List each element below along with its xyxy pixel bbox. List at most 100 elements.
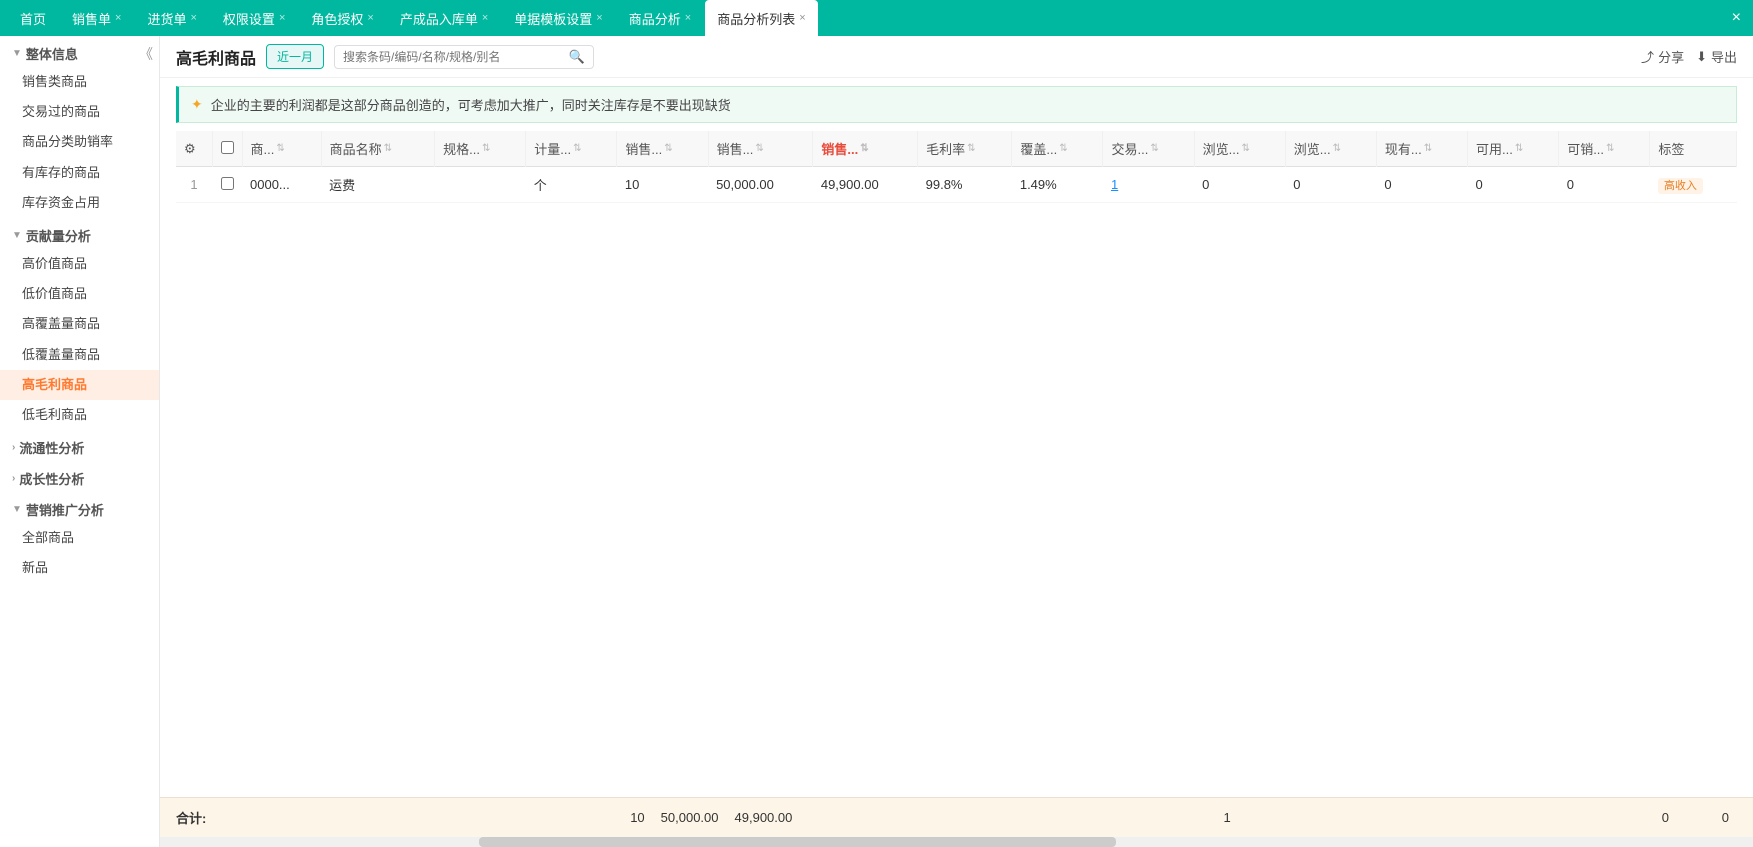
col-code[interactable]: 商... ⇅: [242, 131, 321, 167]
footer-summary: 合计: 10 50,000.00 49,900.00 1 0 0: [160, 797, 1753, 837]
sort-icon-sales-amount: ⇅: [755, 143, 763, 154]
nav-tab-product-stock[interactable]: 产成品入库单 ×: [388, 0, 500, 36]
row-checkbox-cell: [212, 167, 242, 203]
table-row: 1 0000... 运费 个 10 50,000.00 49,900.00 99…: [176, 167, 1737, 203]
search-icon[interactable]: 🔍: [569, 49, 585, 65]
nav-tab-home[interactable]: 首页: [8, 0, 58, 36]
sidebar-item-new-goods[interactable]: 新品: [0, 553, 159, 583]
close-tab-analysis-list[interactable]: ×: [799, 12, 805, 24]
sidebar-group-contribution[interactable]: ▼ 贡献量分析: [0, 218, 159, 249]
group-arrow-overall: ▼: [12, 48, 22, 59]
sidebar-item-stocked-goods[interactable]: 有库存的商品: [0, 158, 159, 188]
sidebar-group-marketing[interactable]: ▼ 营销推广分析: [0, 492, 159, 523]
sort-icon-sales-profit: ⇅: [860, 143, 868, 154]
sidebar-group-growth[interactable]: › 成长性分析: [0, 461, 159, 492]
row-unit: 个: [526, 167, 617, 203]
close-tab-role[interactable]: ×: [367, 12, 373, 24]
col-unit[interactable]: 计量... ⇅: [526, 131, 617, 167]
content-area: 高毛利商品 近一月 🔍 ⤴ 分享 ⬇ 导出 ✦ 企业的主要的利润都是这部分商品创…: [160, 36, 1753, 847]
sidebar-group-circulation[interactable]: › 流通性分析: [0, 430, 159, 461]
row-tag: 高收入: [1650, 167, 1737, 203]
sidebar-collapse-button[interactable]: 《: [139, 44, 153, 64]
col-sales-amount[interactable]: 销售... ⇅: [708, 131, 813, 167]
close-tab-analysis[interactable]: ×: [685, 12, 691, 24]
close-tab-template[interactable]: ×: [596, 12, 602, 24]
row-code: 0000...: [242, 167, 321, 203]
select-all-checkbox[interactable]: [221, 141, 234, 154]
header-actions: ⤴ 分享 ⬇ 导出: [1641, 47, 1737, 66]
sidebar-item-low-value[interactable]: 低价值商品: [0, 279, 159, 309]
search-input[interactable]: [343, 50, 563, 64]
sidebar-item-sales-goods[interactable]: 销售类商品: [0, 67, 159, 97]
footer-available: 0: [1677, 810, 1737, 825]
col-browse1[interactable]: 浏览... ⇅: [1194, 131, 1285, 167]
sort-icon-name: ⇅: [384, 143, 392, 154]
close-tab-purchase[interactable]: ×: [190, 12, 196, 24]
window-close-icon[interactable]: ×: [1732, 9, 1741, 27]
sidebar-item-all-goods[interactable]: 全部商品: [0, 523, 159, 553]
row-saleable: 0: [1559, 167, 1650, 203]
info-icon: ✦: [191, 96, 203, 113]
sidebar-item-category-rate[interactable]: 商品分类助销率: [0, 127, 159, 157]
info-text: 企业的主要的利润都是这部分商品创造的，可考虑加大推广，同时关注库存是不要出现缺货: [211, 95, 731, 114]
sidebar-item-high-margin[interactable]: 高毛利商品: [0, 370, 159, 400]
nav-tab-template[interactable]: 单据模板设置 ×: [502, 0, 614, 36]
row-checkbox[interactable]: [221, 177, 234, 190]
col-saleable[interactable]: 可销... ⇅: [1559, 131, 1650, 167]
sidebar-item-traded-goods[interactable]: 交易过的商品: [0, 97, 159, 127]
sidebar-item-high-value[interactable]: 高价值商品: [0, 249, 159, 279]
row-browse1: 0: [1194, 167, 1285, 203]
sort-icon-saleable: ⇅: [1606, 143, 1614, 154]
row-sales-amount: 50,000.00: [708, 167, 813, 203]
col-current-stock[interactable]: 现有... ⇅: [1376, 131, 1467, 167]
group-arrow-contribution: ▼: [12, 230, 22, 241]
row-trade-link[interactable]: 1: [1111, 177, 1118, 192]
col-sales-profit[interactable]: 销售... ⇅: [813, 131, 918, 167]
nav-tab-role[interactable]: 角色授权 ×: [299, 0, 385, 36]
footer-label: 合计:: [176, 808, 206, 827]
col-name[interactable]: 商品名称 ⇅: [321, 131, 435, 167]
sidebar-item-stock-capital[interactable]: 库存资金占用: [0, 188, 159, 218]
nav-tab-analysis[interactable]: 商品分析 ×: [617, 0, 703, 36]
main-layout: 《 ▼ 整体信息 销售类商品 交易过的商品 商品分类助销率 有库存的商品 库存资…: [0, 36, 1753, 847]
share-button[interactable]: ⤴ 分享: [1641, 47, 1684, 66]
col-margin-rate[interactable]: 毛利率 ⇅: [918, 131, 1012, 167]
sort-icon-coverage: ⇅: [1059, 143, 1067, 154]
footer-trade: 1: [1179, 810, 1239, 825]
row-current-stock: 0: [1376, 167, 1467, 203]
nav-tab-purchase[interactable]: 进货单 ×: [135, 0, 208, 36]
footer-current-stock: 0: [1617, 810, 1677, 825]
col-trade[interactable]: 交易... ⇅: [1103, 131, 1194, 167]
col-sales-count[interactable]: 销售... ⇅: [617, 131, 708, 167]
table-container[interactable]: ⚙ 商... ⇅ 商品名称: [160, 131, 1753, 797]
sort-icon-trade: ⇅: [1150, 143, 1158, 154]
share-icon: ⤴: [1641, 47, 1654, 66]
footer-sales-count: 10: [593, 810, 653, 825]
close-tab-product-stock[interactable]: ×: [482, 12, 488, 24]
col-tag[interactable]: 标签: [1650, 131, 1737, 167]
col-checkbox: [212, 131, 242, 167]
col-available[interactable]: 可用... ⇅: [1468, 131, 1559, 167]
footer-sales-amount: 50,000.00: [653, 810, 727, 825]
sidebar-group-overall[interactable]: ▼ 整体信息: [0, 36, 159, 67]
sidebar-item-low-margin[interactable]: 低毛利商品: [0, 400, 159, 430]
filter-recent-month-button[interactable]: 近一月: [266, 44, 324, 69]
sort-icon-browse1: ⇅: [1241, 143, 1249, 154]
sidebar-item-high-coverage[interactable]: 高覆盖量商品: [0, 309, 159, 339]
row-name: 运费: [321, 167, 435, 203]
sidebar-item-low-coverage[interactable]: 低覆盖量商品: [0, 340, 159, 370]
row-tag-badge: 高收入: [1658, 178, 1703, 194]
nav-tab-permission[interactable]: 权限设置 ×: [211, 0, 297, 36]
sidebar: 《 ▼ 整体信息 销售类商品 交易过的商品 商品分类助销率 有库存的商品 库存资…: [0, 36, 160, 847]
bottom-scrollbar[interactable]: [160, 837, 1753, 847]
table-header-row: ⚙ 商... ⇅ 商品名称: [176, 131, 1737, 167]
close-tab-permission[interactable]: ×: [279, 12, 285, 24]
col-coverage[interactable]: 覆盖... ⇅: [1012, 131, 1103, 167]
col-settings[interactable]: ⚙: [176, 131, 212, 167]
col-browse2[interactable]: 浏览... ⇅: [1285, 131, 1376, 167]
nav-tab-analysis-list[interactable]: 商品分析列表 ×: [705, 0, 817, 36]
nav-tab-sales[interactable]: 销售单 ×: [60, 0, 133, 36]
export-button[interactable]: ⬇ 导出: [1696, 47, 1737, 66]
col-spec[interactable]: 规格... ⇅: [435, 131, 526, 167]
close-tab-sales[interactable]: ×: [115, 12, 121, 24]
